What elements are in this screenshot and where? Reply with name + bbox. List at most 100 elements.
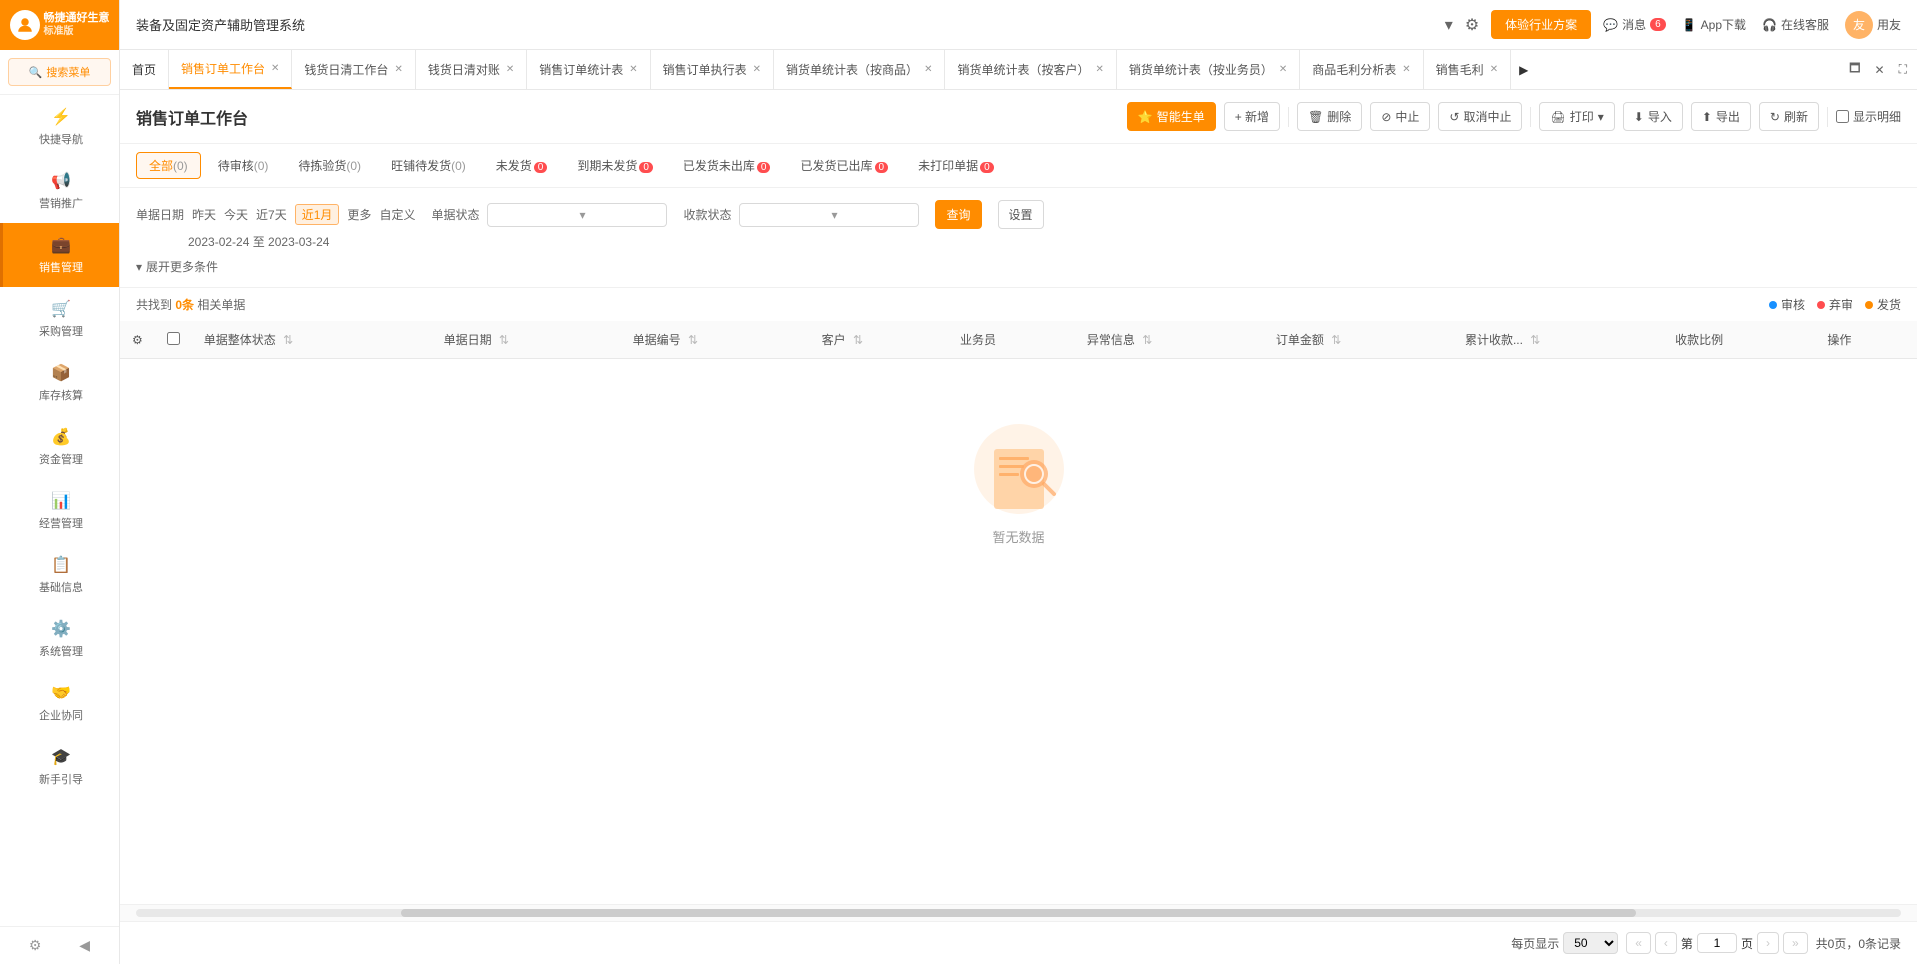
sidebar-search[interactable]: 🔍 搜索菜单	[0, 50, 119, 95]
sidebar-item-sales[interactable]: 💼 销售管理	[0, 223, 119, 287]
tab-close-sales-stats-product[interactable]: ✕	[924, 64, 932, 75]
add-button[interactable]: + 新增	[1224, 102, 1280, 131]
col-staff[interactable]: 业务员	[948, 321, 1075, 359]
col-status[interactable]: 单据整体状态 ⇅	[192, 321, 432, 359]
select-all-checkbox[interactable]	[167, 332, 180, 345]
smart-create-button[interactable]: ⭐ 智能生单	[1127, 102, 1216, 131]
sub-tab-pending-review[interactable]: 待审核(0)	[205, 152, 282, 179]
payment-select[interactable]: ▾	[739, 203, 919, 227]
tab-close-cash-daily[interactable]: ✕	[394, 64, 402, 75]
prev-page-button[interactable]: ‹	[1655, 932, 1677, 954]
expand-filter-button[interactable]: ▾ 展开更多条件	[136, 258, 1901, 275]
tab-cash-daily[interactable]: 钱货日清工作台 ✕	[292, 50, 415, 89]
show-detail-checkbox[interactable]	[1836, 110, 1849, 123]
col-date[interactable]: 单据日期 ⇅	[432, 321, 621, 359]
sub-tab-overdue-not-shipped[interactable]: 到期未发货0	[564, 152, 666, 179]
sidebar-item-system[interactable]: ⚙️ 系统管理	[0, 607, 119, 671]
payment-filter-label: 收款状态	[683, 206, 731, 223]
date-opt-1month[interactable]: 近1月	[295, 204, 340, 225]
last-page-button[interactable]: »	[1783, 932, 1808, 954]
sidebar-item-base[interactable]: 📋 基础信息	[0, 543, 119, 607]
import-button[interactable]: ⬇ 导入	[1623, 102, 1683, 131]
dropdown-arrow-icon[interactable]: ▾	[1445, 15, 1453, 35]
sidebar-item-finance[interactable]: 💰 资金管理	[0, 415, 119, 479]
sidebar-item-corp[interactable]: 🤝 企业协同	[0, 671, 119, 735]
tab-close-cash-reconcile[interactable]: ✕	[506, 64, 514, 75]
status-select[interactable]: ▾	[487, 203, 667, 227]
sub-tab-all[interactable]: 全部(0)	[136, 152, 201, 179]
cancel-suspend-button[interactable]: ↺ 取消中止	[1438, 102, 1522, 131]
tab-close-sales-order-stats[interactable]: ✕	[629, 64, 637, 75]
delete-button[interactable]: 🗑 删除	[1297, 102, 1362, 131]
sidebar-item-inventory[interactable]: 📦 库存核算	[0, 351, 119, 415]
col-customer[interactable]: 客户 ⇅	[810, 321, 948, 359]
suspend-button[interactable]: ⊘ 中止	[1370, 102, 1430, 131]
sub-tab-not-printed[interactable]: 未打印单据0	[905, 152, 1007, 179]
tab-sales-order-stats[interactable]: 销售订单统计表 ✕	[527, 50, 650, 89]
tab-sales-order-workbench[interactable]: 销售订单工作台 ✕	[169, 50, 292, 89]
trial-button[interactable]: 体验行业方案	[1491, 10, 1591, 39]
settings-filter-button[interactable]: 设置	[998, 200, 1044, 229]
settings-footer-button[interactable]: ⚙	[29, 937, 42, 954]
sub-tab-not-shipped[interactable]: 未发货0	[483, 152, 561, 179]
ship-action-button[interactable]: 发货	[1865, 296, 1901, 313]
message-button[interactable]: 💬 消息 6	[1603, 16, 1666, 33]
print-button[interactable]: 🖨 打印 ▾	[1539, 102, 1614, 131]
date-opt-7days[interactable]: 近7天	[256, 206, 287, 223]
date-opt-yesterday[interactable]: 昨天	[192, 206, 216, 223]
refresh-button[interactable]: ↻ 刷新	[1759, 102, 1819, 131]
tab-maximize-button[interactable]: ⛶	[1893, 58, 1913, 81]
sidebar-item-guide[interactable]: 🎓 新手引导	[0, 735, 119, 799]
tab-cash-reconcile[interactable]: 钱货日清对账 ✕	[416, 50, 527, 89]
col-cumulative[interactable]: 累计收款... ⇅	[1453, 321, 1663, 359]
tab-close-sales-order-workbench[interactable]: ✕	[271, 63, 279, 74]
date-opt-today[interactable]: 今天	[224, 206, 248, 223]
settings-icon[interactable]: ⚙	[1465, 15, 1479, 35]
sub-tab-shipped-not-warehoused[interactable]: 已发货未出库0	[670, 152, 784, 179]
tab-home[interactable]: 首页	[120, 50, 169, 89]
sub-tab-shipped-warehoused[interactable]: 已发货已出库0	[787, 152, 901, 179]
tab-sales-stats-product[interactable]: 销货单统计表（按商品） ✕	[774, 50, 945, 89]
app-download-button[interactable]: 📱 App下载	[1682, 16, 1746, 33]
col-number[interactable]: 单据编号 ⇅	[621, 321, 810, 359]
query-button[interactable]: 查询	[935, 200, 981, 229]
page-size-select[interactable]: 10 20 50 100	[1563, 932, 1618, 954]
tab-restore-button[interactable]: 🗖	[1843, 55, 1866, 84]
user-menu[interactable]: 友 用友	[1845, 11, 1901, 39]
next-page-button[interactable]: ›	[1757, 932, 1779, 954]
page-number-input[interactable]	[1697, 933, 1737, 953]
tab-close-sales-profit[interactable]: ✕	[1490, 64, 1498, 75]
tab-sales-stats-staff[interactable]: 销货单统计表（按业务员） ✕	[1117, 50, 1300, 89]
tab-sales-order-exec[interactable]: 销售订单执行表 ✕	[651, 50, 774, 89]
col-amount[interactable]: 订单金额 ⇅	[1264, 321, 1453, 359]
tab-sales-stats-customer[interactable]: 销货单统计表（按客户） ✕	[945, 50, 1116, 89]
col-settings[interactable]: ⚙	[120, 321, 155, 359]
tab-close-product-margin[interactable]: ✕	[1402, 64, 1410, 75]
sub-tab-wangpu-pending[interactable]: 旺铺待发货(0)	[378, 152, 479, 179]
sidebar-item-purchase[interactable]: 🛒 采购管理	[0, 287, 119, 351]
horizontal-scrollbar[interactable]	[136, 909, 1901, 917]
sub-tab-pending-inspect[interactable]: 待拣验货(0)	[285, 152, 374, 179]
export-button[interactable]: ⬆ 导出	[1691, 102, 1751, 131]
date-opt-custom[interactable]: 自定义	[379, 206, 415, 223]
tab-close-sales-order-exec[interactable]: ✕	[753, 64, 761, 75]
search-menu-button[interactable]: 🔍 搜索菜单	[8, 58, 111, 86]
cancel-review-action-button[interactable]: 弃审	[1817, 296, 1853, 313]
collapse-footer-button[interactable]: ◀	[79, 937, 90, 954]
sidebar-item-marketing[interactable]: 📢 营销推广	[0, 159, 119, 223]
tab-close-sales-stats-staff[interactable]: ✕	[1279, 64, 1287, 75]
empty-state: 暂无数据	[120, 359, 1917, 606]
review-action-button[interactable]: 审核	[1769, 296, 1805, 313]
online-service-button[interactable]: 🎧 在线客服	[1762, 16, 1829, 33]
show-detail-label[interactable]: 显示明细	[1836, 108, 1901, 125]
col-anomaly[interactable]: 异常信息 ⇅	[1075, 321, 1264, 359]
date-opt-more[interactable]: 更多	[347, 206, 371, 223]
first-page-button[interactable]: «	[1626, 932, 1651, 954]
tab-close-all-button[interactable]: ✕	[1869, 59, 1891, 81]
tab-close-sales-stats-customer[interactable]: ✕	[1095, 64, 1103, 75]
tab-more-button[interactable]: ▶	[1511, 50, 1536, 89]
sidebar-item-operation[interactable]: 📊 经营管理	[0, 479, 119, 543]
tab-product-margin[interactable]: 商品毛利分析表 ✕	[1300, 50, 1423, 89]
sidebar-item-quick[interactable]: ⚡ 快捷导航	[0, 95, 119, 159]
tab-sales-profit[interactable]: 销售毛利 ✕	[1424, 50, 1511, 89]
